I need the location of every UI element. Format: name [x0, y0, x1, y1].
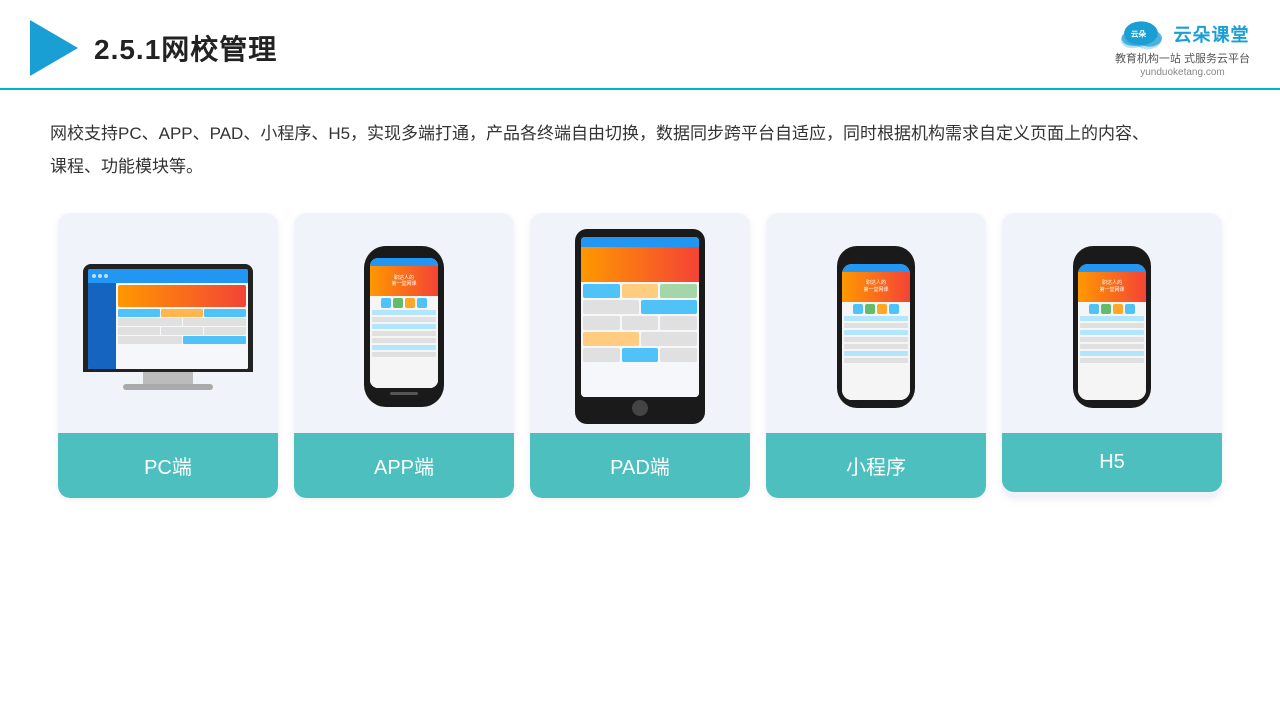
card-miniprogram-label: 小程序 — [766, 433, 986, 498]
pad-tablet-icon — [575, 229, 705, 424]
brand-name-text: 云朵课堂 — [1173, 21, 1249, 47]
svg-text:云朵: 云朵 — [1131, 29, 1147, 39]
page-title: 2.5.1网校管理 — [94, 28, 277, 68]
card-app: 职达人的第一堂网课 — [294, 213, 514, 498]
cards-row: PC端 职达人的第一堂网课 — [50, 213, 1230, 498]
header-left: 2.5.1网校管理 — [30, 20, 277, 76]
app-phone-icon: 职达人的第一堂网课 — [364, 246, 444, 407]
card-pc-label: PC端 — [58, 433, 278, 498]
card-pc: PC端 — [58, 213, 278, 498]
card-miniprogram-image-area: 职达人的第一堂网课 — [766, 213, 986, 433]
brand-url: yunduoketang.com — [1140, 67, 1225, 78]
card-app-image-area: 职达人的第一堂网课 — [294, 213, 514, 433]
description-text: 网校支持PC、APP、PAD、小程序、H5，实现多端打通，产品各终端自由切换，数… — [50, 118, 1150, 183]
brand-tagline: 教育机构一站 式服务云平台 — [1115, 52, 1250, 67]
tablet-home-button — [632, 400, 648, 416]
card-app-label: APP端 — [294, 433, 514, 498]
card-h5: 职达人的第一堂网课 — [1002, 213, 1222, 498]
h5-phone-icon: 职达人的第一堂网课 — [1073, 246, 1151, 408]
cloud-logo-container: 云朵 云朵课堂 — [1115, 18, 1249, 50]
card-pad: PAD端 — [530, 213, 750, 498]
header: 2.5.1网校管理 云朵 云朵课堂 教育机构一站 式服务云平台 yunduoke… — [0, 0, 1280, 90]
card-h5-label: H5 — [1002, 433, 1222, 492]
brand-logo: 云朵 云朵课堂 教育机构一站 式服务云平台 yunduoketang.com — [1115, 18, 1250, 78]
card-pad-image-area — [530, 213, 750, 433]
cloud-icon: 云朵 — [1115, 18, 1167, 50]
miniprogram-phone-icon: 职达人的第一堂网课 — [837, 246, 915, 408]
card-miniprogram: 职达人的第一堂网课 — [766, 213, 986, 498]
main-content: 网校支持PC、APP、PAD、小程序、H5，实现多端打通，产品各终端自由切换，数… — [0, 90, 1280, 518]
logo-triangle-icon — [30, 20, 78, 76]
card-pc-image-area — [58, 213, 278, 433]
card-pad-label: PAD端 — [530, 433, 750, 498]
pc-monitor-icon — [83, 264, 253, 390]
card-h5-image-area: 职达人的第一堂网课 — [1002, 213, 1222, 433]
